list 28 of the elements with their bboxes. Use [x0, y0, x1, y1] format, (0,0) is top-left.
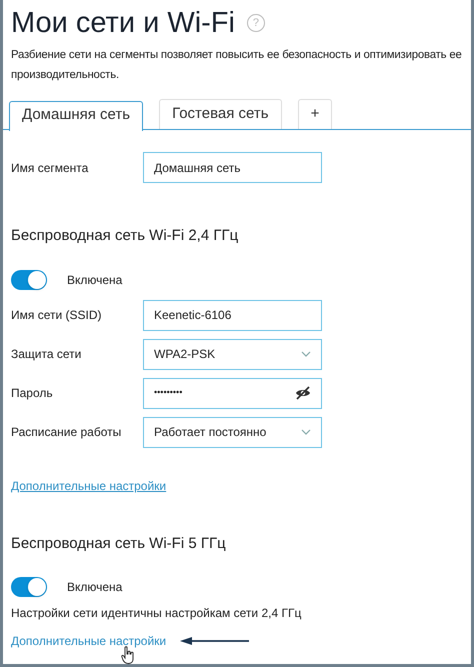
- dropdown[interactable]: WPA2-PSK: [143, 338, 322, 370]
- link[interactable]: Дополнительные настройки: [11, 478, 166, 492]
- toggle-label: Включена: [67, 579, 122, 596]
- toggle-switch[interactable]: [11, 270, 47, 290]
- chevron-down-icon: [301, 429, 311, 435]
- section-heading: Беспроводная сеть Wi-Fi 5 ГГц: [11, 534, 227, 554]
- note: Настройки сети идентичны настройкам сети 2,4 ГГц: [11, 605, 302, 622]
- field-label: Имя сегмента: [11, 160, 90, 176]
- dropdown[interactable]: Работает постоянно: [143, 416, 322, 448]
- field-label: Пароль: [11, 385, 54, 402]
- text-field[interactable]: Домашняя сеть: [143, 152, 322, 183]
- link[interactable]: Дополнительные настройки: [11, 632, 166, 650]
- tab[interactable]: Гостевая сеть: [159, 99, 282, 129]
- description: Разбиение сети на сегменты позволяет повысить ее безопасность и оптимизировать ее производительность.: [10, 48, 463, 83]
- text-field[interactable]: Keenetic-6106: [143, 300, 322, 330]
- tab[interactable]: +: [298, 99, 332, 129]
- page-title: Мои сети и Wi-Fi: [11, 6, 235, 41]
- password-field[interactable]: •••••••••: [143, 378, 322, 408]
- section-heading: Беспроводная сеть Wi-Fi 2,4 ГГц: [11, 226, 240, 246]
- field-label: Расписание работы: [11, 424, 122, 441]
- chevron-down-icon: [301, 351, 311, 357]
- field-label: Защита сети: [11, 346, 82, 363]
- toggle-switch[interactable]: [11, 577, 47, 597]
- field-label: Имя сети (SSID): [11, 307, 103, 324]
- arrow-icon: [180, 636, 250, 646]
- tab[interactable]: Домашняя сеть: [9, 100, 144, 130]
- toggle-label: Включена: [67, 272, 122, 288]
- eye-slash-icon[interactable]: [295, 386, 311, 400]
